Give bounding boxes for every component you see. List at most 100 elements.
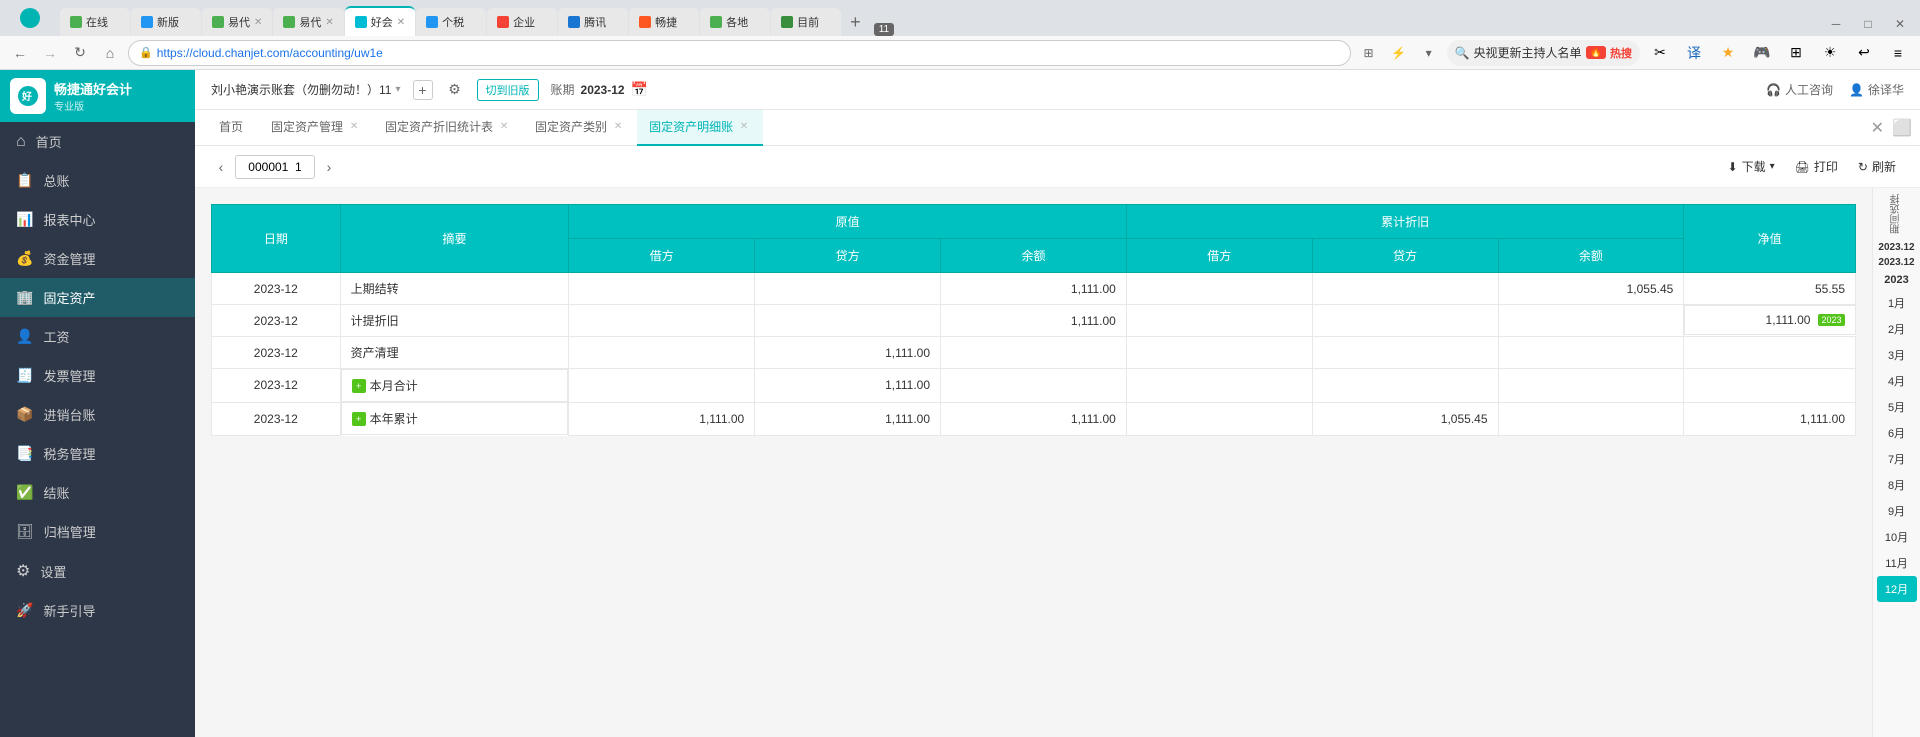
page-tab-fixed-cat[interactable]: 固定资产类别 ✕ — [523, 110, 637, 146]
sidebar-item-invoice[interactable]: 🧾 发票管理 — [0, 356, 195, 395]
year-tag-badge: 2023 — [1818, 314, 1844, 326]
tab-close-icon[interactable]: ✕ — [254, 17, 262, 28]
month-9[interactable]: 9月 — [1877, 498, 1917, 524]
company-selector[interactable]: 刘小艳演示账套（勿删勿动！）11 ▾ — [211, 81, 401, 98]
address-bar[interactable]: 🔒 https://cloud.chanjet.com/accounting/u… — [128, 40, 1351, 66]
grid-icon[interactable]: ⊞ — [1782, 39, 1810, 67]
tab-fixed-detail-label: 固定资产明细账 — [649, 118, 733, 135]
month-2[interactable]: 2月 — [1877, 316, 1917, 342]
tab-fixed-mgmt-close[interactable]: ✕ — [347, 120, 361, 134]
sidebar-item-report[interactable]: 📊 报表中心 — [0, 200, 195, 239]
extension-icon[interactable]: ⊞ — [1357, 41, 1381, 65]
lightning-icon[interactable]: ⚡ — [1387, 41, 1411, 65]
menu-icon[interactable]: ≡ — [1884, 39, 1912, 67]
month-5[interactable]: 5月 — [1877, 394, 1917, 420]
sidebar-header: 好 畅捷通好会计 专业版 — [0, 70, 195, 122]
service-button[interactable]: 🎧 人工咨询 — [1766, 81, 1833, 98]
tab-yidai2[interactable]: 易代 ✕ — [273, 8, 343, 36]
game-icon[interactable]: 🎮 — [1748, 39, 1776, 67]
tab-fixed-cat-close[interactable]: ✕ — [611, 120, 625, 134]
month-6[interactable]: 6月 — [1877, 420, 1917, 446]
month-4[interactable]: 4月 — [1877, 368, 1917, 394]
print-button[interactable]: 🖨 打印 — [1787, 154, 1846, 179]
month-8[interactable]: 8月 — [1877, 472, 1917, 498]
month-1[interactable]: 1月 — [1877, 290, 1917, 316]
tab-new[interactable]: 新版 — [131, 8, 201, 36]
th-accum-balance: 余额 — [1498, 239, 1684, 273]
tab-count-badge: 11 — [874, 23, 894, 36]
calendar-icon[interactable]: 📅 — [631, 81, 648, 98]
forward-button[interactable]: → — [38, 41, 62, 65]
sidebar-item-tax[interactable]: 📑 税务管理 — [0, 434, 195, 473]
cell-summary: + 本月合计 — [341, 369, 569, 402]
page-tab-home[interactable]: 首页 — [203, 110, 259, 146]
panel-close-icon[interactable]: ✕ — [1871, 118, 1884, 138]
home-nav-button[interactable]: ⌂ — [98, 41, 122, 65]
sidebar-item-fund[interactable]: 💰 资金管理 — [0, 239, 195, 278]
sidebar-item-ledger[interactable]: 📋 总账 — [0, 161, 195, 200]
scissors-icon[interactable]: ✂ — [1646, 39, 1674, 67]
dropdown-icon[interactable]: ▾ — [1417, 41, 1441, 65]
undo-icon[interactable]: ↩ — [1850, 39, 1878, 67]
cell-accum-credit — [1312, 273, 1498, 305]
maximize-button[interactable]: □ — [1856, 12, 1880, 36]
th-orig-debit: 借方 — [569, 239, 755, 273]
settings-button[interactable]: ⚙ — [445, 80, 465, 100]
tab-haohui[interactable]: 好会 ✕ — [345, 6, 415, 36]
sidebar-item-salary[interactable]: 👤 工资 — [0, 317, 195, 356]
new-tab-button[interactable]: + — [842, 8, 869, 36]
page-number-input[interactable] — [235, 155, 315, 179]
page-tab-fixed-detail[interactable]: 固定资产明细账 ✕ — [637, 110, 763, 146]
page-tab-fixed-depr[interactable]: 固定资产折旧统计表 ✕ — [373, 110, 523, 146]
tab-tencent[interactable]: 腾讯 — [558, 8, 628, 36]
sidebar-item-trade[interactable]: 📦 进销台账 — [0, 395, 195, 434]
tab-close-icon[interactable]: ✕ — [325, 17, 333, 28]
cell-date: 2023-12 — [212, 402, 341, 435]
sidebar-item-fixed[interactable]: 🏢 固定资产 — [0, 278, 195, 317]
sidebar-item-setting[interactable]: ⚙ 设置 — [0, 551, 195, 591]
month-12[interactable]: 12月 — [1877, 576, 1917, 602]
tab-muqian[interactable]: 目前 — [771, 8, 841, 36]
user-button[interactable]: 👤 徐译华 — [1849, 81, 1904, 98]
panel-expand-icon[interactable]: ⬜ — [1892, 118, 1912, 138]
refresh-button[interactable]: ↻ 刷新 — [1850, 154, 1904, 179]
translate-icon[interactable]: 译 — [1680, 39, 1708, 67]
tab-yidai1[interactable]: 易代 ✕ — [202, 8, 272, 36]
tab-geshui[interactable]: 个税 — [416, 8, 486, 36]
month-10[interactable]: 10月 — [1877, 524, 1917, 550]
th-summary: 摘要 — [340, 205, 569, 273]
tab-online[interactable]: 在线 — [60, 8, 130, 36]
cell-net-value — [1684, 369, 1856, 403]
next-page-button[interactable]: › — [319, 157, 339, 177]
month-3[interactable]: 3月 — [1877, 342, 1917, 368]
add-company-button[interactable]: + — [413, 80, 433, 100]
sidebar-item-close[interactable]: ✅ 结账 — [0, 473, 195, 512]
tab-fixed-depr-close[interactable]: ✕ — [497, 120, 511, 134]
back-button[interactable]: ← — [8, 41, 32, 65]
sidebar-item-home[interactable]: ⌂ 首页 — [0, 122, 195, 161]
download-button[interactable]: ⬇ 下载 ▾ — [1720, 154, 1783, 179]
switch-version-button[interactable]: 切到旧版 — [477, 79, 539, 101]
table-header-row-1: 日期 摘要 原值 累计折旧 净值 — [212, 205, 1856, 239]
star-icon[interactable]: ★ — [1714, 39, 1742, 67]
th-accumulated-depreciation: 累计折旧 — [1126, 205, 1683, 239]
sidebar-tax-label: 税务管理 — [43, 444, 95, 463]
tab-changjie[interactable]: 畅捷 — [629, 8, 699, 36]
prev-page-button[interactable]: ‹ — [211, 157, 231, 177]
sidebar-item-archive[interactable]: 🗄 归档管理 — [0, 512, 195, 551]
minimize-button[interactable]: ─ — [1824, 12, 1848, 36]
reload-button[interactable]: ↻ — [68, 41, 92, 65]
month-7[interactable]: 7月 — [1877, 446, 1917, 472]
tab-enterprise[interactable]: 企业 — [487, 8, 557, 36]
tab-fixed-detail-close[interactable]: ✕ — [737, 120, 751, 134]
month-11[interactable]: 11月 — [1877, 550, 1917, 576]
sidebar-item-guide[interactable]: 🚀 新手引导 — [0, 591, 195, 630]
close-window-button[interactable]: ✕ — [1888, 12, 1912, 36]
tab-close-icon[interactable]: ✕ — [397, 17, 405, 28]
page-tab-fixed-mgmt[interactable]: 固定资产管理 ✕ — [259, 110, 373, 146]
tab-gedi[interactable]: 各地 — [700, 8, 770, 36]
pagination: ‹ › — [211, 155, 339, 179]
cell-net-value: 1,111.00 2023 — [1684, 305, 1855, 335]
brightness-icon[interactable]: ☀ — [1816, 39, 1844, 67]
cell-orig-balance: 1,111.00 — [941, 305, 1127, 337]
